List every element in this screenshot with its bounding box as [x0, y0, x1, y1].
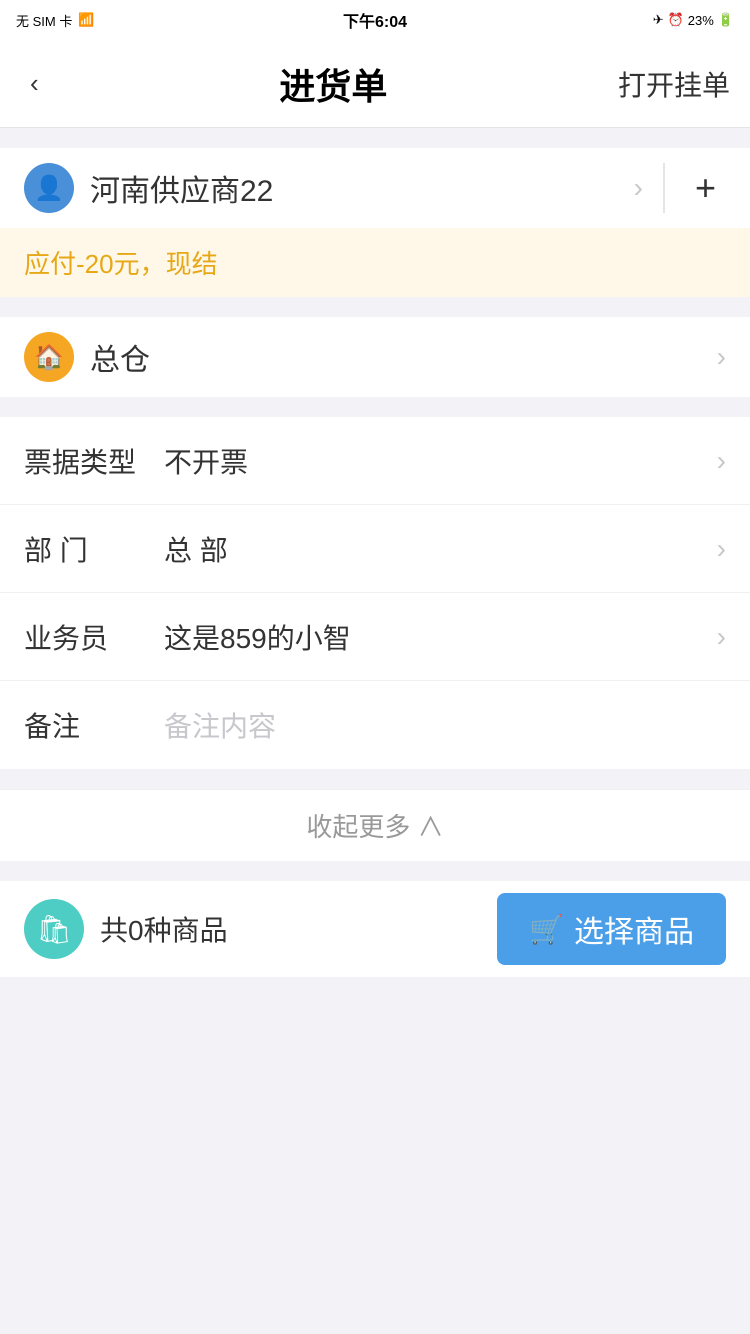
supplier-section: 👤 河南供应商22 › + 应付-20元，现结 — [0, 148, 750, 297]
department-row[interactable]: 部 门 总 部 › — [0, 505, 750, 593]
nav-bar: ‹ 进货单 打开挂单 — [0, 40, 750, 128]
status-time: 下午6:04 — [343, 8, 407, 32]
invoice-type-value: 不开票 — [164, 441, 717, 481]
warehouse-chevron-icon: › — [717, 341, 726, 373]
status-left: 无 SIM 卡 📶 — [16, 11, 95, 30]
bottom-bar: 🛍 共0种商品 🛒 选择商品 — [0, 881, 750, 977]
product-count: 共0种商品 — [100, 909, 497, 949]
invoice-type-row[interactable]: 票据类型 不开票 › — [0, 417, 750, 505]
select-product-label: 选择商品 — [574, 907, 694, 951]
warehouse-icon: 🏠 — [24, 332, 74, 382]
invoice-type-chevron-icon: › — [717, 445, 726, 477]
supplier-chevron-icon: › — [634, 172, 643, 204]
form-section: 票据类型 不开票 › 部 门 总 部 › 业务员 这是859的小智 › 备注 备… — [0, 417, 750, 769]
cart-icon-wrap: 🛍 — [24, 899, 84, 959]
battery-icon: 🔋 — [718, 12, 734, 28]
sim-label: 无 SIM 卡 — [16, 11, 72, 30]
salesperson-chevron-icon: › — [717, 621, 726, 653]
remark-row[interactable]: 备注 备注内容 — [0, 681, 750, 769]
select-product-icon: 🛒 — [529, 913, 564, 946]
salesperson-row[interactable]: 业务员 这是859的小智 › — [0, 593, 750, 681]
supplier-avatar: 👤 — [24, 163, 74, 213]
salesperson-value: 这是859的小智 — [164, 617, 717, 657]
invoice-type-label: 票据类型 — [24, 441, 164, 481]
back-button[interactable]: ‹ — [20, 58, 49, 109]
warehouse-label: 总仓 — [90, 335, 717, 379]
notice-bar: 应付-20元，现结 — [0, 228, 750, 297]
location-icon: ✈ — [653, 12, 664, 28]
collapse-label: 收起更多 ∧ — [306, 807, 443, 844]
avatar-person-icon: 👤 — [34, 174, 64, 203]
department-value: 总 部 — [164, 529, 717, 569]
wifi-icon: 📶 — [78, 12, 94, 28]
supplier-row[interactable]: 👤 河南供应商22 › + — [0, 148, 750, 228]
page-title: 进货单 — [279, 58, 387, 110]
supplier-name: 河南供应商22 — [90, 166, 634, 210]
remark-label: 备注 — [24, 705, 164, 745]
section-gap-1 — [0, 128, 750, 148]
salesperson-label: 业务员 — [24, 617, 164, 657]
battery-label: 23% — [688, 13, 714, 28]
alarm-icon: ⏰ — [668, 12, 684, 28]
collapse-row[interactable]: 收起更多 ∧ — [0, 789, 750, 861]
status-right: ✈ ⏰ 23% 🔋 — [653, 12, 734, 28]
department-label: 部 门 — [24, 529, 164, 569]
open-pending-button[interactable]: 打开挂单 — [618, 64, 730, 104]
select-product-button[interactable]: 🛒 选择商品 — [497, 893, 726, 965]
supplier-divider — [663, 163, 665, 213]
remark-placeholder: 备注内容 — [164, 705, 726, 745]
add-button[interactable]: + — [685, 157, 726, 219]
notice-text: 应付-20元，现结 — [24, 249, 218, 279]
page-content: 👤 河南供应商22 › + 应付-20元，现结 🏠 总仓 › 票据类型 不开票 … — [0, 128, 750, 1334]
cart-small-icon: 🛍 — [36, 913, 72, 946]
department-chevron-icon: › — [717, 533, 726, 565]
status-bar: 无 SIM 卡 📶 下午6:04 ✈ ⏰ 23% 🔋 — [0, 0, 750, 40]
warehouse-row[interactable]: 🏠 总仓 › — [0, 317, 750, 397]
warehouse-icon-glyph: 🏠 — [34, 343, 64, 372]
